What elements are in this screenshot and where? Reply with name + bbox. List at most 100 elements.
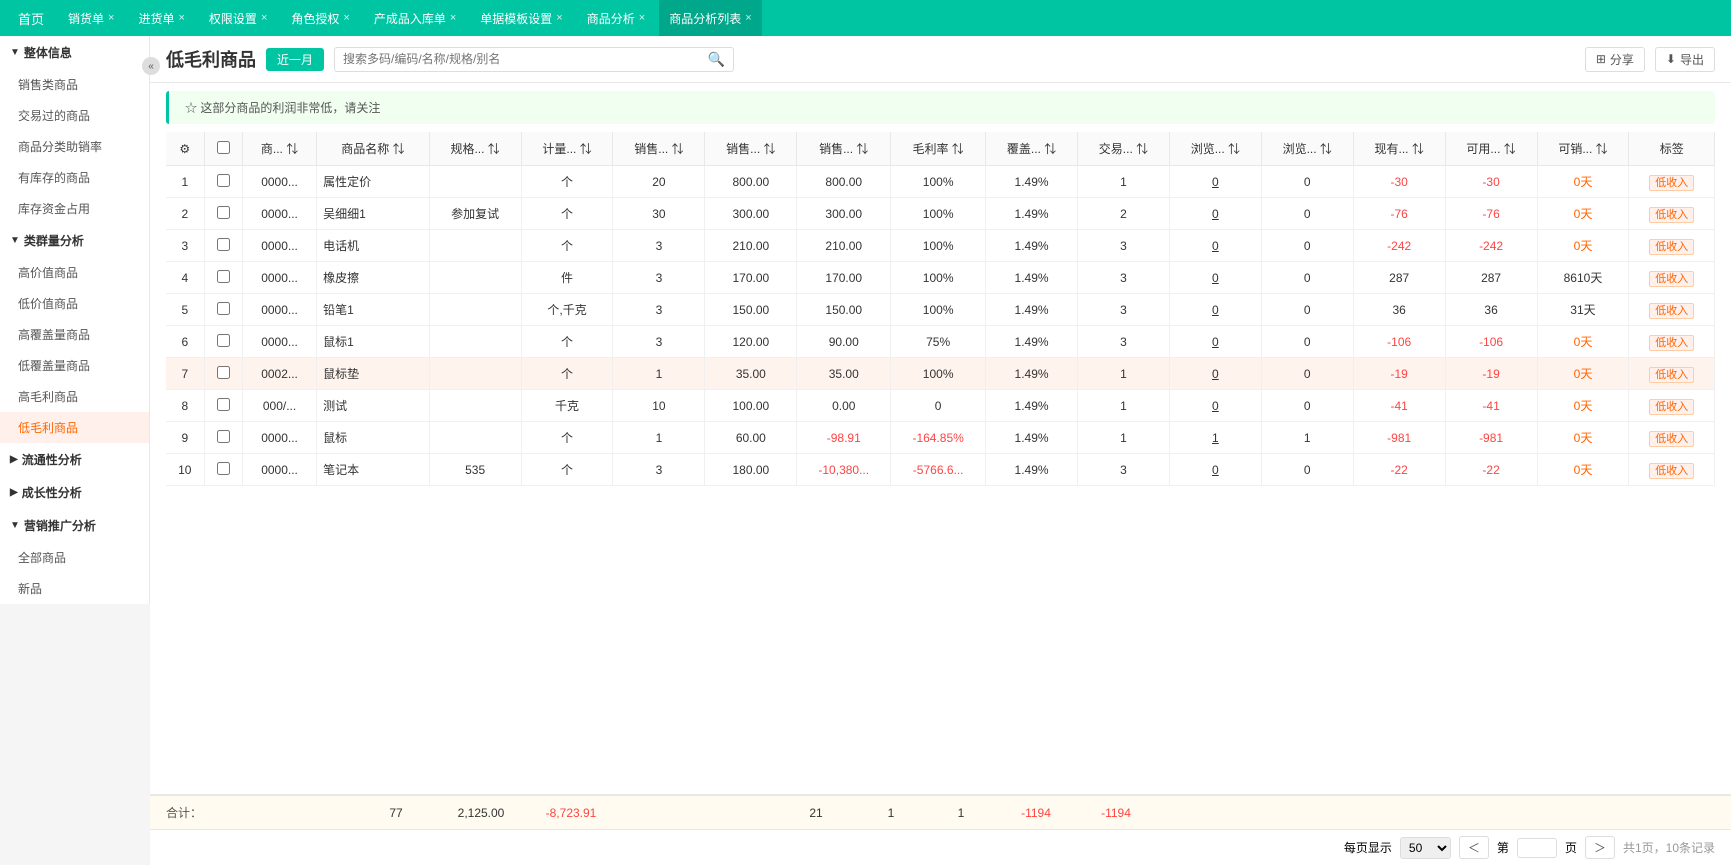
cell-checkbox[interactable] (204, 422, 242, 454)
row-checkbox[interactable] (217, 398, 230, 411)
cell-tag: 低收入 (1629, 358, 1715, 390)
nav-close-roles[interactable]: × (343, 12, 349, 24)
cell-view1[interactable]: 0 (1169, 166, 1261, 198)
cell-checkbox[interactable] (204, 390, 242, 422)
nav-purchase[interactable]: 进货单 × (128, 0, 194, 36)
col-sales-profit[interactable]: 销售... ⇅ (797, 132, 891, 166)
row-checkbox[interactable] (217, 238, 230, 251)
col-current-stock[interactable]: 现有... ⇅ (1353, 132, 1445, 166)
nav-home[interactable]: 首页 (8, 0, 54, 36)
nav-goods-analysis-list[interactable]: 商品分析列表 × (659, 0, 761, 36)
sidebar-item-sales-goods[interactable]: 销售类商品 (0, 69, 149, 100)
row-checkbox[interactable] (217, 462, 230, 475)
nav-template[interactable]: 单据模板设置 × (470, 0, 572, 36)
export-button[interactable]: ⬇ 导出 (1655, 47, 1715, 72)
nav-close-purchase[interactable]: × (178, 12, 184, 24)
sidebar-section-flow[interactable]: ▶ 流通性分析 (0, 443, 149, 476)
sidebar-section-growth[interactable]: ▶ 成长性分析 (0, 476, 149, 509)
filter-recent-month-button[interactable]: 近一月 (266, 48, 324, 71)
row-checkbox[interactable] (217, 334, 230, 347)
sidebar-item-low-value[interactable]: 低价值商品 (0, 288, 149, 319)
col-code[interactable]: 商... ⇅ (242, 132, 316, 166)
prev-page-button[interactable]: ＜ (1459, 836, 1489, 859)
row-checkbox[interactable] (217, 206, 230, 219)
nav-goods-analysis[interactable]: 商品分析 × (577, 0, 655, 36)
sidebar-item-low-coverage[interactable]: 低覆盖量商品 (0, 350, 149, 381)
select-all-checkbox[interactable] (217, 141, 230, 154)
cell-checkbox[interactable] (204, 198, 242, 230)
nav-close-permissions[interactable]: × (261, 12, 267, 24)
sidebar-item-high-coverage[interactable]: 高覆盖量商品 (0, 319, 149, 350)
col-view2[interactable]: 浏览... ⇅ (1261, 132, 1353, 166)
col-sales-amt[interactable]: 销售... ⇅ (705, 132, 797, 166)
page-number-input[interactable]: 1 (1517, 838, 1557, 858)
cell-checkbox[interactable] (204, 294, 242, 326)
cell-checkbox[interactable] (204, 358, 242, 390)
sidebar-item-new-goods[interactable]: 新品 (0, 573, 149, 604)
nav-permissions[interactable]: 权限设置 × (199, 0, 277, 36)
col-name[interactable]: 商品名称 ⇅ (317, 132, 430, 166)
col-gross-margin[interactable]: 毛利率 ⇅ (891, 132, 986, 166)
sidebar-section-marketing[interactable]: ▼ 营销推广分析 (0, 509, 149, 542)
cell-view1[interactable]: 0 (1169, 326, 1261, 358)
nav-close-goods-analysis[interactable]: × (639, 12, 645, 24)
sidebar-item-high-value[interactable]: 高价值商品 (0, 257, 149, 288)
nav-sales[interactable]: 销货单 × (58, 0, 124, 36)
cell-checkbox[interactable] (204, 454, 242, 486)
search-input[interactable] (343, 52, 708, 66)
nav-roles[interactable]: 角色授权 × (281, 0, 359, 36)
cell-view1[interactable]: 0 (1169, 294, 1261, 326)
row-checkbox[interactable] (217, 270, 230, 283)
sidebar-item-low-margin[interactable]: 低毛利商品 (0, 412, 149, 443)
sidebar-collapse-button[interactable]: « (142, 57, 160, 75)
col-unit[interactable]: 计量... ⇅ (521, 132, 613, 166)
col-view1[interactable]: 浏览... ⇅ (1169, 132, 1261, 166)
nav-close-sales[interactable]: × (108, 12, 114, 24)
sidebar-item-all-goods[interactable]: 全部商品 (0, 542, 149, 573)
cell-view1[interactable]: 1 (1169, 422, 1261, 454)
cell-view1[interactable]: 0 (1169, 262, 1261, 294)
col-coverage[interactable]: 覆盖... ⇅ (986, 132, 1078, 166)
row-checkbox[interactable] (217, 302, 230, 315)
sidebar-section-cluster[interactable]: ▼ 类群量分析 (0, 224, 149, 257)
next-page-button[interactable]: ＞ (1585, 836, 1615, 859)
cell-view1[interactable]: 0 (1169, 454, 1261, 486)
row-checkbox[interactable] (217, 430, 230, 443)
cell-view1[interactable]: 0 (1169, 358, 1261, 390)
cell-checkbox[interactable] (204, 230, 242, 262)
sidebar-item-stock-capital[interactable]: 库存资金占用 (0, 193, 149, 224)
col-saleable[interactable]: 可销... ⇅ (1537, 132, 1629, 166)
tag-badge: 低收入 (1649, 239, 1694, 255)
cell-checkbox[interactable] (204, 262, 242, 294)
row-checkbox[interactable] (217, 366, 230, 379)
sidebar-item-category-rate[interactable]: 商品分类助销率 (0, 131, 149, 162)
pagination-bar: 每页显示 50 20 100 ＜ 第 1 页 ＞ 共1页，10条记录 (150, 829, 1731, 865)
sidebar-item-stock-goods[interactable]: 有库存的商品 (0, 162, 149, 193)
col-tag[interactable]: 标签 (1629, 132, 1715, 166)
nav-close-template[interactable]: × (556, 12, 562, 24)
nav-close-products-in[interactable]: × (450, 12, 456, 24)
col-spec[interactable]: 规格... ⇅ (429, 132, 521, 166)
cell-view1[interactable]: 0 (1169, 198, 1261, 230)
col-trade[interactable]: 交易... ⇅ (1078, 132, 1170, 166)
sidebar-item-traded-goods[interactable]: 交易过的商品 (0, 100, 149, 131)
row-checkbox[interactable] (217, 174, 230, 187)
cell-gross-margin: 0 (891, 390, 986, 422)
sidebar-section-overall[interactable]: ▼ 整体信息 (0, 36, 149, 69)
cell-sales-qty: 1 (613, 358, 705, 390)
cell-view1[interactable]: 0 (1169, 230, 1261, 262)
nav-products-in[interactable]: 产成品入库单 × (364, 0, 466, 36)
col-sales-qty[interactable]: 销售... ⇅ (613, 132, 705, 166)
cell-view1[interactable]: 0 (1169, 390, 1261, 422)
col-checkbox[interactable] (204, 132, 242, 166)
nav-close-goods-analysis-list[interactable]: × (745, 12, 751, 24)
cell-gross-margin: 100% (891, 358, 986, 390)
sidebar-item-high-margin[interactable]: 高毛利商品 (0, 381, 149, 412)
page-size-select[interactable]: 50 20 100 (1400, 837, 1451, 859)
share-button[interactable]: ⊞ 分享 (1585, 47, 1645, 72)
search-icon[interactable]: 🔍 (708, 51, 725, 68)
cell-checkbox[interactable] (204, 166, 242, 198)
col-available[interactable]: 可用... ⇅ (1445, 132, 1537, 166)
cell-checkbox[interactable] (204, 326, 242, 358)
col-settings[interactable]: ⚙ (166, 132, 204, 166)
